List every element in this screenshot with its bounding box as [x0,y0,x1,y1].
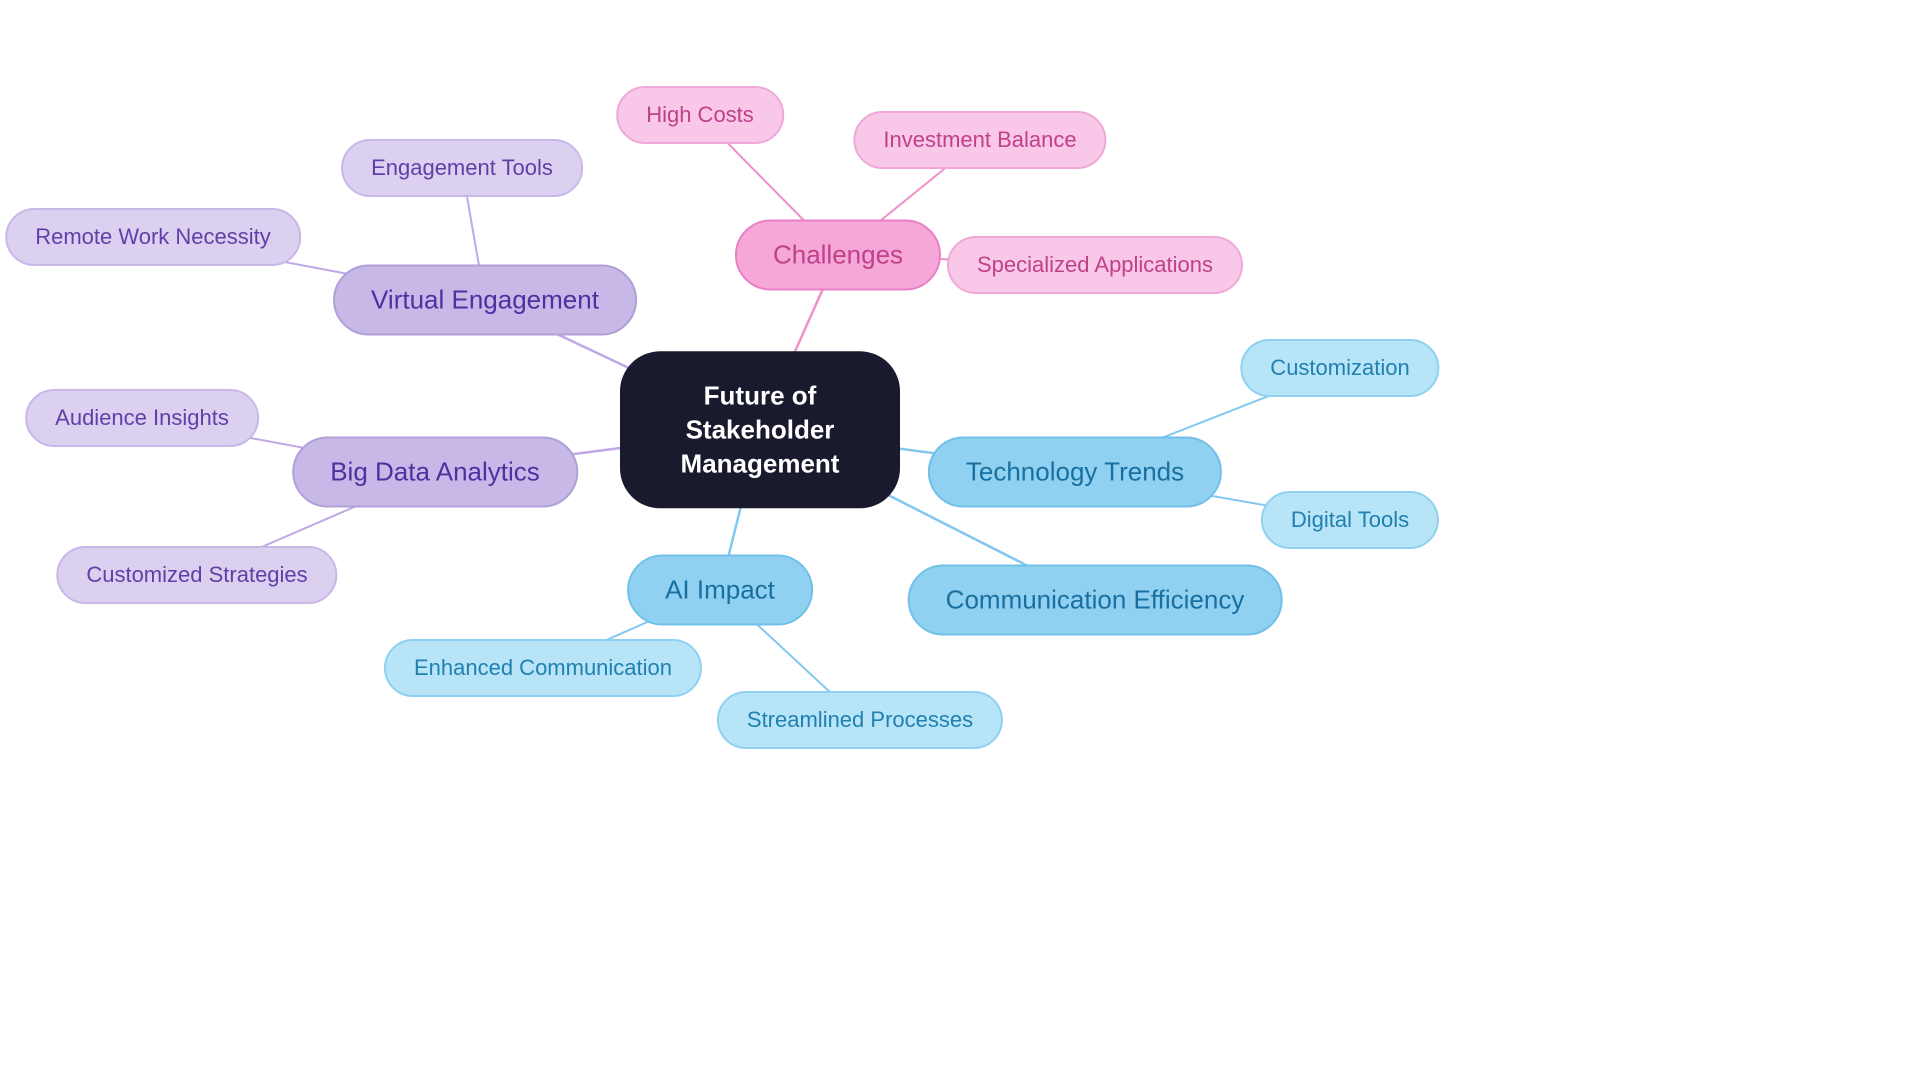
customized-strategies-node: Customized Strategies [56,546,337,604]
customization-node: Customization [1240,339,1439,397]
engagement-tools-node: Engagement Tools [341,139,583,197]
enhanced-communication-node: Enhanced Communication [384,639,702,697]
remote-work-necessity-node: Remote Work Necessity [5,208,301,266]
mindmap-canvas: Future of Stakeholder Management Challen… [0,0,1920,1083]
technology-trends-node: Technology Trends [928,437,1222,508]
investment-balance-node: Investment Balance [853,111,1106,169]
challenges-node: Challenges [735,220,941,291]
high-costs-node: High Costs [616,86,784,144]
audience-insights-node: Audience Insights [25,389,259,447]
center-node: Future of Stakeholder Management [620,351,900,508]
big-data-analytics-node: Big Data Analytics [292,437,578,508]
ai-impact-node: AI Impact [627,555,813,626]
virtual-engagement-node: Virtual Engagement [333,265,637,336]
communication-efficiency-node: Communication Efficiency [908,565,1283,636]
specialized-applications-node: Specialized Applications [947,236,1243,294]
streamlined-processes-node: Streamlined Processes [717,691,1003,749]
digital-tools-node: Digital Tools [1261,491,1439,549]
